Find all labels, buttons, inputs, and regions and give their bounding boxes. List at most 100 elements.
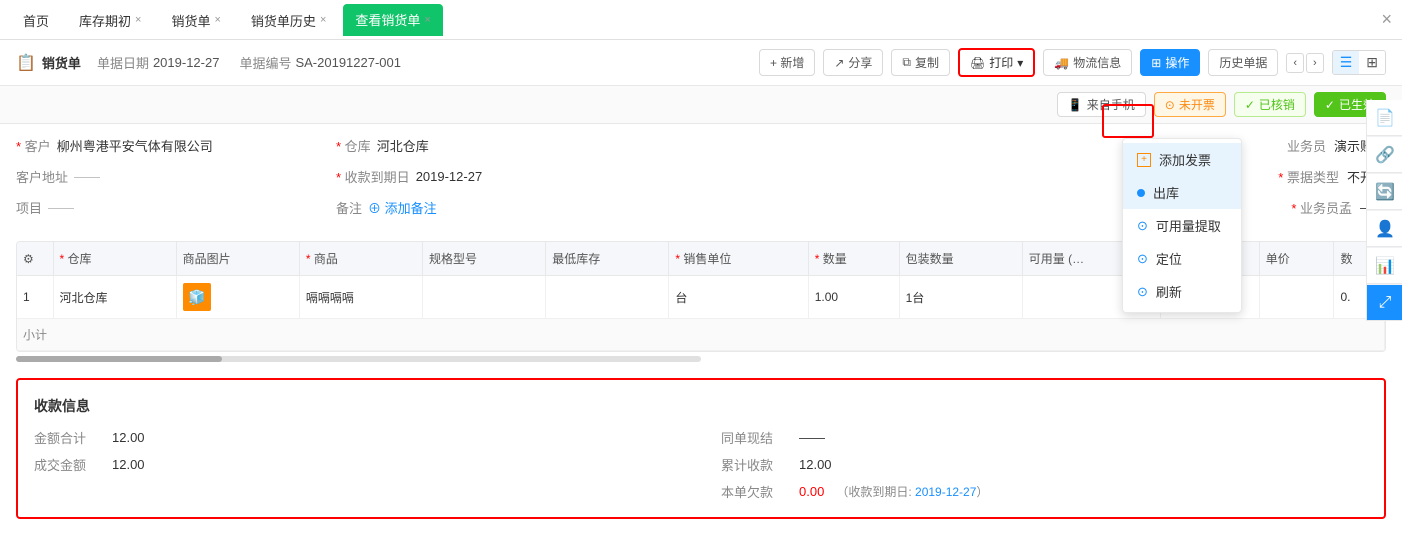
tab-sales-history-label: 销货单历史 xyxy=(251,11,316,30)
tab-sales-close[interactable]: × xyxy=(214,14,220,26)
dropdown-outbound[interactable]: 出库 xyxy=(1123,176,1241,209)
product-image: 🧊 xyxy=(183,283,211,311)
logistics-label: 物流信息 xyxy=(1073,54,1121,71)
warehouse-label: 仓库 xyxy=(336,136,371,155)
nav-arrows: ‹ › xyxy=(1286,53,1323,73)
same-order-row: 同单现结 —— xyxy=(721,428,1368,447)
right-icon-user[interactable]: 👤 xyxy=(1367,211,1402,247)
add-note-button[interactable]: ⊕ 添加备注 xyxy=(368,198,437,217)
td-min-stock xyxy=(546,276,669,319)
th-qty: 数量 xyxy=(808,242,899,276)
th-spec: 规格型号 xyxy=(423,242,546,276)
tab-inventory[interactable]: 库存期初 × xyxy=(66,4,154,36)
from-phone-label: 来自手机 xyxy=(1087,96,1135,113)
tab-sales[interactable]: 销货单 × xyxy=(158,4,233,36)
warehouse-field: 仓库 河北仓库 xyxy=(336,136,616,155)
from-phone-button[interactable]: 📱 来自手机 xyxy=(1057,92,1146,117)
print-button[interactable]: 🖨 打印 ▾ xyxy=(958,48,1035,77)
right-sidebar-icons: 📄 🔗 🔄 👤 📊 ⤢ xyxy=(1366,100,1402,321)
address-label: 客户地址 xyxy=(16,167,68,186)
payment-date-label: 收款到期日 xyxy=(336,167,410,186)
confirm-label: 已核销 xyxy=(1259,96,1295,113)
next-button[interactable]: › xyxy=(1306,53,1324,73)
print-label: 打印 xyxy=(989,54,1013,71)
document-title: 📋 销货单 xyxy=(16,53,81,73)
dropdown-available-qty[interactable]: ⊙ 可用量提取 xyxy=(1123,209,1241,242)
share-icon: ↗ xyxy=(834,56,844,70)
doc-date-label: 单据日期 xyxy=(97,53,149,72)
dropdown-locate[interactable]: ⊙ 定位 xyxy=(1123,242,1241,275)
staff-label: 业务员 xyxy=(1287,136,1326,155)
operation-label: 操作 xyxy=(1165,54,1189,71)
not-open-button[interactable]: ⊙ 未开票 xyxy=(1154,92,1226,117)
logistics-button[interactable]: 🚚 物流信息 xyxy=(1043,49,1132,76)
payment-date-value: 2019-12-27 xyxy=(416,169,483,184)
copy-label: 复制 xyxy=(915,54,939,71)
dropdown-refresh[interactable]: ⊙ 刷新 xyxy=(1123,275,1241,308)
dropdown-add-invoice[interactable]: + 添加发票 xyxy=(1123,143,1241,176)
scrollbar[interactable] xyxy=(16,356,701,362)
owe-note: （收款到期日: 2019-12-27） xyxy=(836,483,988,500)
right-icon-refresh[interactable]: 🔄 xyxy=(1367,174,1402,210)
refresh-icon: ⊙ xyxy=(1137,284,1148,300)
subtotal-row: 小计 xyxy=(17,319,1385,351)
th-warehouse: 仓库 xyxy=(53,242,176,276)
copy-button[interactable]: ⧉ 复制 xyxy=(891,49,950,76)
share-button[interactable]: ↗ 分享 xyxy=(823,49,883,76)
total-label: 金额合计 xyxy=(34,428,104,447)
td-pkg-qty: 1台 xyxy=(899,276,1022,319)
tab-inventory-label: 库存期初 xyxy=(79,11,131,30)
refresh-label: 刷新 xyxy=(1156,282,1182,301)
print-icon: 🖨 xyxy=(970,56,985,70)
cumulative-value: 12.00 xyxy=(799,457,832,472)
th-pkg-qty: 包装数量 xyxy=(899,242,1022,276)
confirm-button[interactable]: ✓ 已核销 xyxy=(1234,92,1306,117)
add-button[interactable]: + 新增 xyxy=(759,49,815,76)
address-field: 客户地址 —— xyxy=(16,167,296,186)
add-invoice-icon: + xyxy=(1137,153,1151,167)
owe-value: 0.00 xyxy=(799,484,824,499)
operation-dropdown: + 添加发票 出库 ⊙ 可用量提取 ⊙ 定位 ⊙ 刷新 xyxy=(1122,138,1242,313)
owe-row: 本单欠款 0.00 （收款到期日: 2019-12-27） xyxy=(721,482,1368,501)
history-button[interactable]: 历史单据 xyxy=(1208,49,1278,76)
note-label: 备注 xyxy=(336,198,362,217)
td-qty: 1.00 xyxy=(808,276,899,319)
tab-inventory-close[interactable]: × xyxy=(135,14,141,26)
right-icon-link[interactable]: 🔗 xyxy=(1367,137,1402,173)
grid-view-button[interactable]: ⊞ xyxy=(1359,51,1385,74)
th-settings: ⚙ xyxy=(17,242,53,276)
document-meta: 单据日期 2019-12-27 单据编号 SA-20191227-001 xyxy=(97,53,401,72)
doc-number-field: 单据编号 SA-20191227-001 xyxy=(239,53,401,72)
doc-number-value: SA-20191227-001 xyxy=(295,55,401,70)
product-img-icon: 🧊 xyxy=(188,289,205,306)
doc-date-field: 单据日期 2019-12-27 xyxy=(97,53,220,72)
customer-label: 客户 xyxy=(16,136,51,155)
status-row: 📱 来自手机 ⊙ 未开票 ✓ 已核销 ✓ 已生效 xyxy=(0,86,1402,124)
locate-label: 定位 xyxy=(1156,249,1182,268)
operation-button[interactable]: ⊞ 操作 xyxy=(1140,49,1200,76)
prev-button[interactable]: ‹ xyxy=(1286,53,1304,73)
right-icon-chart[interactable]: 📊 xyxy=(1367,248,1402,284)
not-open-label: 未开票 xyxy=(1179,96,1215,113)
cumulative-label: 累计收款 xyxy=(721,455,791,474)
tab-view-sales[interactable]: 查看销货单 × xyxy=(343,4,442,36)
right-icon-expand[interactable]: ⤢ xyxy=(1367,285,1402,321)
tab-sales-history-close[interactable]: × xyxy=(320,14,326,26)
document-type-label: 销货单 xyxy=(42,53,81,72)
window-close-button[interactable]: × xyxy=(1381,9,1392,30)
tab-home[interactable]: 首页 xyxy=(10,4,62,36)
same-order-value: —— xyxy=(799,430,825,445)
tab-view-sales-close[interactable]: × xyxy=(424,14,430,26)
list-view-button[interactable]: ☰ xyxy=(1333,51,1360,74)
tab-sales-history[interactable]: 销货单历史 × xyxy=(238,4,339,36)
outbound-label: 出库 xyxy=(1153,183,1179,202)
effective-icon: ✓ xyxy=(1325,98,1335,112)
tab-home-label: 首页 xyxy=(23,11,49,30)
copy-icon: ⧉ xyxy=(902,55,911,70)
scroll-area xyxy=(0,352,1402,366)
right-icon-doc[interactable]: 📄 xyxy=(1367,100,1402,136)
project-field: 项目 —— xyxy=(16,198,296,217)
td-warehouse: 河北仓库 xyxy=(53,276,176,319)
main-content: 📋 销货单 单据日期 2019-12-27 单据编号 SA-20191227-0… xyxy=(0,40,1402,533)
warehouse-value: 河北仓库 xyxy=(377,136,429,155)
